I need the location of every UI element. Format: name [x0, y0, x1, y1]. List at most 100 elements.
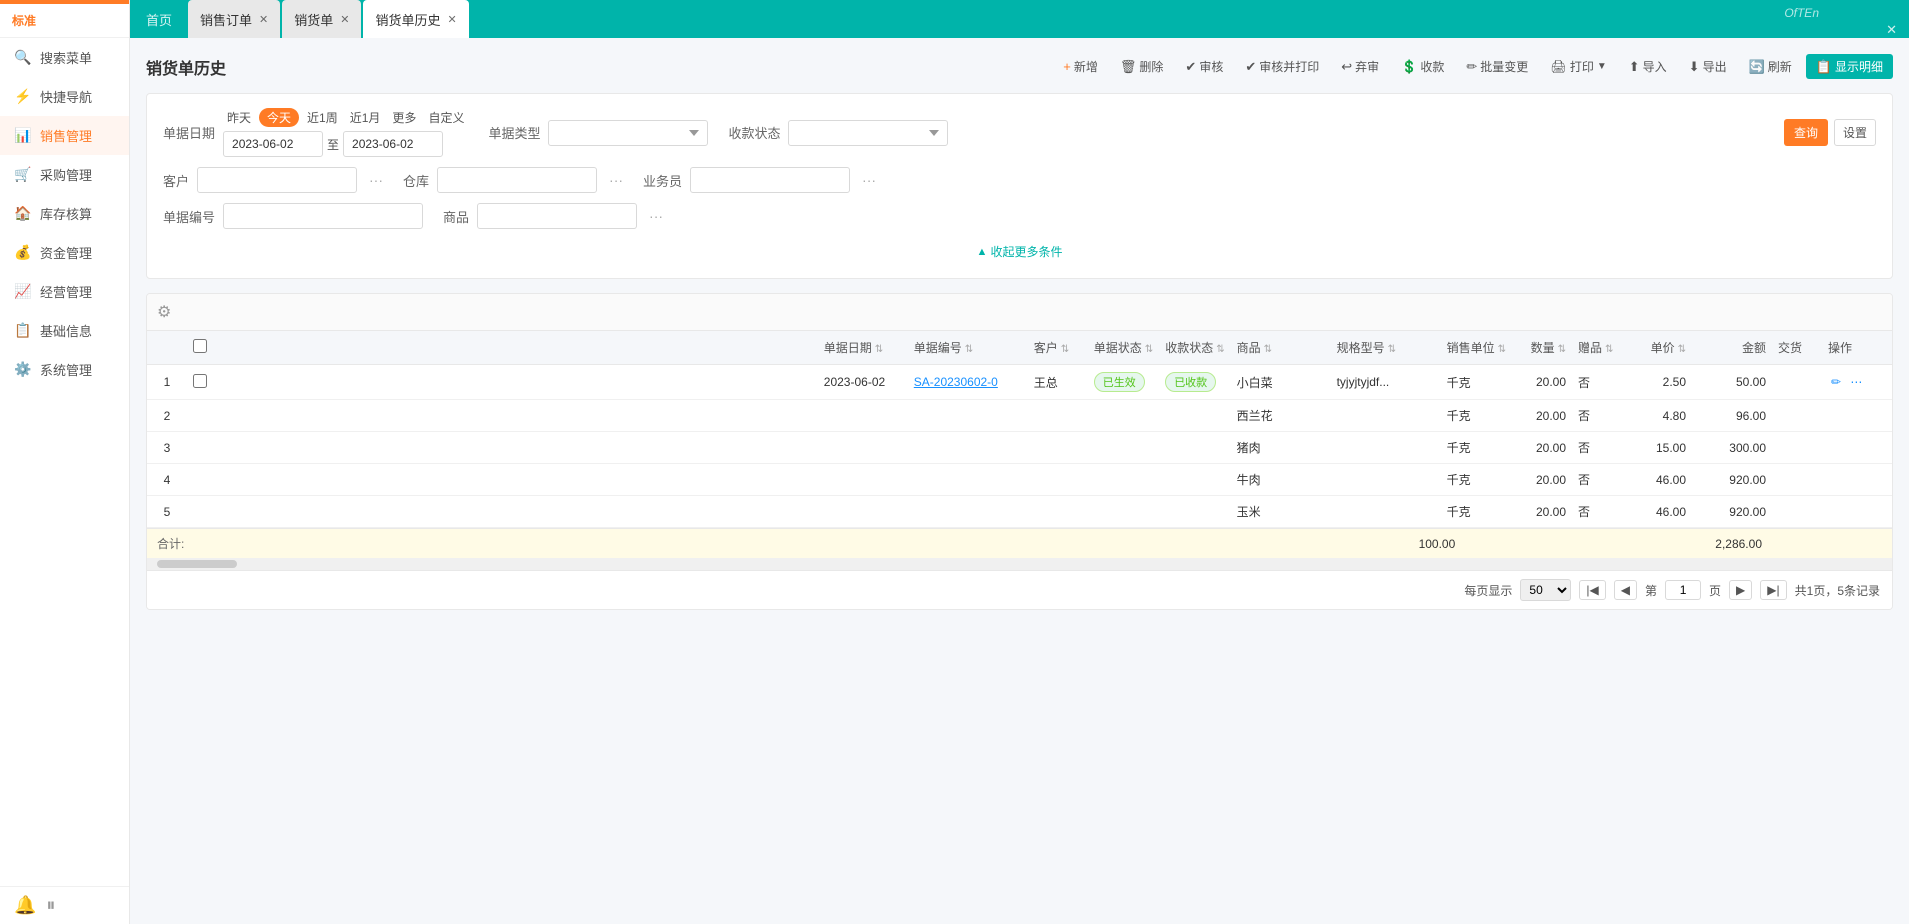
sidebar-item-label: 系统管理: [40, 360, 92, 379]
th-spec[interactable]: 规格型号: [1331, 331, 1441, 365]
query-button[interactable]: 查询: [1784, 119, 1828, 146]
th-order-status[interactable]: 单据状态: [1088, 331, 1159, 365]
sidebar-item-purchase-mgmt[interactable]: 🛒 采购管理: [0, 155, 129, 194]
tab-close-sales-history[interactable]: ✕: [448, 13, 457, 26]
cell-gift: 否: [1572, 365, 1622, 400]
footer-icon2[interactable]: ⏸: [46, 895, 55, 916]
tab-sales-history[interactable]: 销货单历史 ✕: [363, 0, 468, 38]
sidebar-item-search-menu[interactable]: 🔍 搜索菜单: [0, 38, 129, 77]
customer-ellipsis[interactable]: ···: [369, 172, 383, 188]
tab-bar: 首页 销售订单 ✕ 销货单 ✕ 销货单历史 ✕ ✕ OfTEn: [130, 0, 1909, 38]
date-btn-more[interactable]: 更多: [388, 108, 420, 127]
tab-close-sales-order[interactable]: ✕: [259, 13, 268, 26]
export-button[interactable]: ⬇ 导出: [1681, 54, 1735, 79]
tab-bar-close-all[interactable]: ✕: [1874, 22, 1909, 38]
first-page-button[interactable]: |◀: [1579, 580, 1605, 600]
sidebar-item-inventory-calc[interactable]: 🏠 库存核算: [0, 194, 129, 233]
export-icon: ⬇: [1689, 59, 1700, 75]
pay-status-label: 收款状态: [728, 123, 780, 142]
page-size-select[interactable]: 50 100 200: [1520, 579, 1571, 601]
new-button[interactable]: + 新增: [1055, 54, 1106, 79]
filter-item-pay-status: 收款状态: [728, 120, 948, 146]
table-row: 4 牛肉 千克 20.00 否 46.00 920.00: [147, 464, 1892, 496]
prev-page-button[interactable]: ◀: [1614, 580, 1637, 600]
select-all-checkbox[interactable]: [193, 339, 207, 353]
scrollbar-thumb[interactable]: [157, 560, 237, 568]
current-page-input[interactable]: [1665, 580, 1701, 600]
sidebar-item-sys-mgmt[interactable]: ⚙️ 系统管理: [0, 350, 129, 389]
sidebar-item-basic-info[interactable]: 📋 基础信息: [0, 311, 129, 350]
customer-input[interactable]: [197, 167, 357, 193]
business-input[interactable]: [690, 167, 850, 193]
filter-item-goods: 商品 ···: [443, 203, 663, 229]
goods-ellipsis[interactable]: ···: [649, 208, 663, 224]
table-settings-icon[interactable]: ⚙: [157, 302, 171, 322]
cell-code: [908, 464, 1028, 496]
tab-home[interactable]: 首页: [130, 0, 188, 38]
order-code-link[interactable]: SA-20230602-0: [914, 375, 998, 389]
th-pay-status[interactable]: 收款状态: [1159, 331, 1230, 365]
cell-qty: 20.00: [1512, 400, 1572, 432]
batch-change-button[interactable]: ✏ 批量变更: [1458, 54, 1536, 79]
table-row: 2 西兰花 千克 20.00 否 4.80 96.00: [147, 400, 1892, 432]
sidebar-item-quick-nav[interactable]: ⚡ 快捷导航: [0, 77, 129, 116]
row-checkbox[interactable]: [193, 374, 207, 388]
date-start-input[interactable]: [223, 131, 323, 157]
th-num: [147, 331, 187, 365]
th-customer[interactable]: 客户: [1028, 331, 1088, 365]
date-btn-custom[interactable]: 自定义: [424, 108, 468, 127]
refresh-button[interactable]: 🔄 刷新: [1741, 54, 1800, 79]
more-action[interactable]: ⋯: [1847, 375, 1865, 389]
date-end-input[interactable]: [343, 131, 443, 157]
goods-input[interactable]: [477, 203, 637, 229]
order-no-input[interactable]: [223, 203, 423, 229]
warehouse-ellipsis[interactable]: ···: [609, 172, 623, 188]
cell-qty: 20.00: [1512, 496, 1572, 528]
abandon-button[interactable]: ↩ 弃审: [1333, 54, 1387, 79]
cell-amount: 96.00: [1692, 400, 1772, 432]
date-btn-yesterday[interactable]: 昨天: [223, 108, 255, 127]
footer-icon1[interactable]: 🔔: [14, 895, 36, 916]
table-toolbar: ⚙: [147, 294, 1892, 331]
th-amount: 金额: [1692, 331, 1772, 365]
next-page-button[interactable]: ▶: [1729, 580, 1752, 600]
last-page-button[interactable]: ▶|: [1760, 580, 1786, 600]
table-header-row: 单据日期 单据编号 客户 单据状态 收款状态 商品 规格型号 销售单位 数量 赠…: [147, 331, 1892, 365]
th-qty[interactable]: 数量: [1512, 331, 1572, 365]
cell-price: 46.00: [1622, 464, 1692, 496]
import-button[interactable]: ⬆ 导入: [1621, 54, 1675, 79]
date-btn-today[interactable]: 今天: [259, 108, 299, 127]
sidebar-item-funds-mgmt[interactable]: 💰 资金管理: [0, 233, 129, 272]
th-date[interactable]: 单据日期: [818, 331, 908, 365]
sidebar-item-ops-mgmt[interactable]: 📈 经营管理: [0, 272, 129, 311]
order-type-select[interactable]: [548, 120, 708, 146]
tab-close-sales-goods[interactable]: ✕: [340, 13, 349, 26]
audit-print-button[interactable]: ✔ 审核并打印: [1237, 54, 1327, 79]
th-unit[interactable]: 销售单位: [1441, 331, 1512, 365]
th-code[interactable]: 单据编号: [908, 331, 1028, 365]
cell-gift: 否: [1572, 432, 1622, 464]
page-title: 销货单历史: [146, 55, 226, 79]
th-price[interactable]: 单价: [1622, 331, 1692, 365]
sidebar-item-sales-mgmt[interactable]: 📊 销售管理: [0, 116, 129, 155]
delete-button[interactable]: 🗑 删除: [1112, 54, 1172, 79]
tab-sales-order[interactable]: 销售订单 ✕: [188, 0, 280, 38]
warehouse-input[interactable]: [437, 167, 597, 193]
collect-button[interactable]: 💲 收款: [1393, 54, 1452, 79]
print-button[interactable]: 🖨 打印 ▼: [1542, 54, 1614, 79]
show-detail-button[interactable]: 📋 显示明细: [1806, 54, 1893, 79]
edit-action[interactable]: ✏: [1828, 375, 1844, 389]
horizontal-scrollbar[interactable]: [147, 558, 1892, 570]
audit-button[interactable]: ✔ 审核: [1177, 54, 1231, 79]
collapse-button[interactable]: ▲ 收起更多条件: [163, 239, 1876, 264]
th-gift[interactable]: 赠品: [1572, 331, 1622, 365]
tab-sales-goods[interactable]: 销货单 ✕: [282, 0, 361, 38]
business-ellipsis[interactable]: ···: [862, 172, 876, 188]
date-btn-last7days[interactable]: 近1周: [303, 108, 342, 127]
sales-mgmt-icon: 📊: [14, 127, 32, 145]
date-btn-last1month[interactable]: 近1月: [346, 108, 385, 127]
pay-status-select[interactable]: [788, 120, 948, 146]
cell-num: 5: [147, 496, 187, 528]
th-goods[interactable]: 商品: [1231, 331, 1331, 365]
settings-button[interactable]: 设置: [1834, 119, 1876, 146]
